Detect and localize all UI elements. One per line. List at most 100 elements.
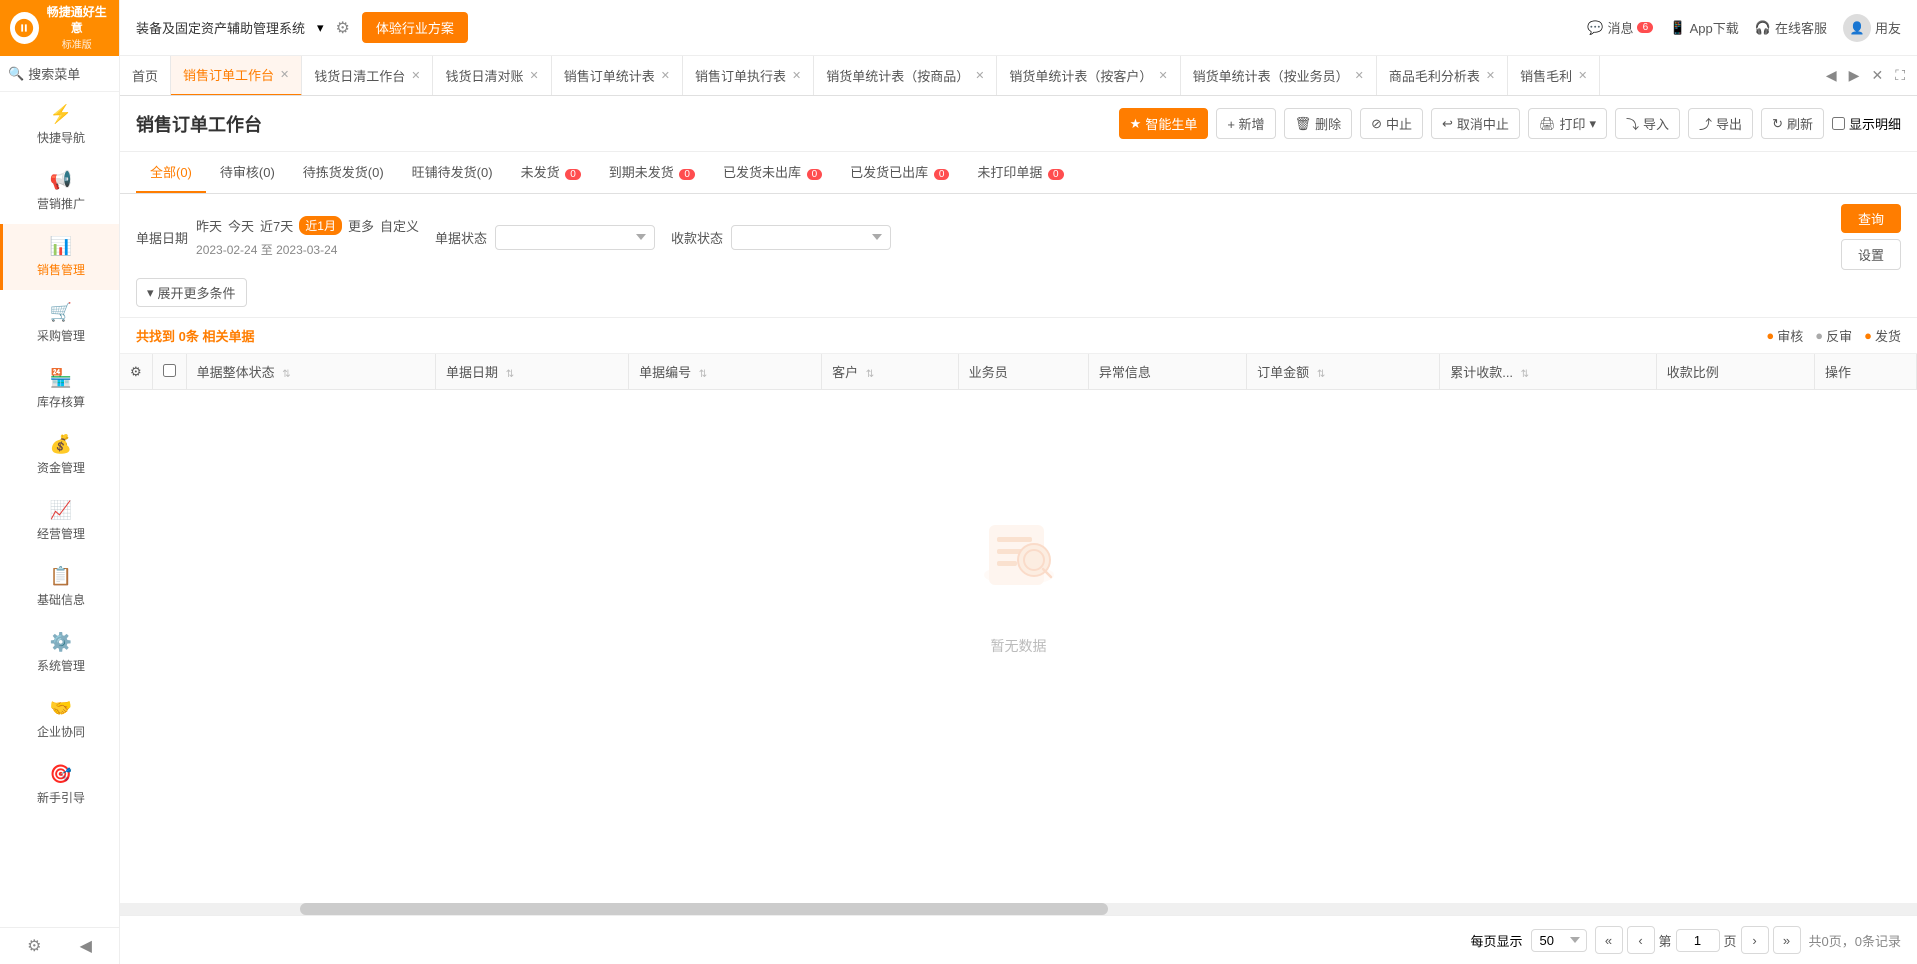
- tab-close-customer[interactable]: ✕: [1158, 69, 1167, 82]
- sidebar-item-enterprise[interactable]: 🤝 企业协同: [0, 686, 119, 752]
- sidebar-item-system[interactable]: ⚙️ 系统管理: [0, 620, 119, 686]
- tab-close-cash-reconcile[interactable]: ✕: [530, 69, 539, 82]
- expand-button[interactable]: ▾ 展开更多条件: [136, 278, 247, 307]
- tab-gross-profit[interactable]: 商品毛利分析表 ✕: [1377, 56, 1508, 96]
- tabs-close-button[interactable]: ✕: [1867, 65, 1887, 86]
- subtab-all[interactable]: 全部(0): [136, 152, 206, 193]
- tab-cash-daily[interactable]: 钱货日清工作台 ✕: [302, 56, 433, 96]
- tab-label: 销售订单执行表: [695, 66, 786, 85]
- tab-sales-workbench[interactable]: 销售订单工作台 ✕: [171, 56, 302, 96]
- prev-page-button[interactable]: ‹: [1627, 926, 1655, 954]
- sort-icon[interactable]: ⇅: [699, 369, 707, 380]
- sidebar-item-basic-info[interactable]: 📋 基础信息: [0, 554, 119, 620]
- tab-sales-gross[interactable]: 销售毛利 ✕: [1508, 56, 1600, 96]
- set-button[interactable]: 设置: [1841, 239, 1901, 270]
- sidebar-settings-button[interactable]: ⚙: [27, 936, 41, 956]
- sort-icon[interactable]: ⇅: [1317, 369, 1325, 380]
- tab-cash-reconcile[interactable]: 钱货日清对账 ✕: [433, 56, 551, 96]
- first-page-button[interactable]: «: [1595, 926, 1623, 954]
- tab-close-product[interactable]: ✕: [975, 69, 984, 82]
- cancel-stop-button[interactable]: ↩ 取消中止: [1431, 108, 1520, 139]
- tab-close-sales-exec[interactable]: ✕: [792, 69, 801, 82]
- subtab-wangpu[interactable]: 旺铺待发货(0): [398, 152, 507, 193]
- tab-close-sales-stat[interactable]: ✕: [661, 69, 670, 82]
- tab-sales-stat[interactable]: 销售订单统计表 ✕: [552, 56, 683, 96]
- th-settings[interactable]: ⚙: [120, 354, 152, 390]
- trial-btn[interactable]: 体验行业方案: [362, 12, 468, 43]
- sort-icon[interactable]: ⇅: [506, 369, 514, 380]
- tab-close-cash-daily[interactable]: ✕: [411, 69, 420, 82]
- page-input[interactable]: [1676, 929, 1720, 952]
- anti-review-action[interactable]: ● 反审: [1815, 326, 1852, 345]
- date-yesterday[interactable]: 昨天: [196, 216, 222, 235]
- tabs-fullscreen-button[interactable]: ⛶: [1891, 65, 1909, 86]
- message-button[interactable]: 💬 消息 6: [1587, 18, 1653, 37]
- subtab-pending-delivery[interactable]: 待拣货发货(0): [289, 152, 398, 193]
- review-action[interactable]: ● 审核: [1766, 326, 1803, 345]
- smart-create-button[interactable]: ★ 智能生单: [1119, 108, 1209, 139]
- tab-close-gross-profit[interactable]: ✕: [1486, 69, 1495, 82]
- subtab-pending-review[interactable]: 待审核(0): [206, 152, 289, 193]
- delete-button[interactable]: 🗑 删除: [1284, 108, 1353, 139]
- subtab-shipped-not-out-label: 已发货未出库: [723, 165, 801, 180]
- user-menu[interactable]: 👤 用友: [1843, 14, 1901, 42]
- tabs-next-button[interactable]: ▶: [1845, 65, 1864, 86]
- payment-select[interactable]: [731, 225, 891, 250]
- sidebar-item-purchase[interactable]: 🛒 采购管理: [0, 290, 119, 356]
- query-button[interactable]: 查询: [1841, 204, 1901, 233]
- online-service-button[interactable]: 🎧 在线客服: [1755, 18, 1827, 37]
- date-more[interactable]: 更多: [348, 216, 374, 235]
- page-size-select[interactable]: 50 10 20 100: [1531, 929, 1587, 952]
- subtab-not-shipped[interactable]: 未发货 0: [507, 152, 595, 193]
- export-button[interactable]: ⤴ 导出: [1688, 108, 1753, 139]
- refresh-button[interactable]: ↻ 刷新: [1761, 108, 1824, 139]
- sidebar-item-sales[interactable]: 📊 销售管理: [0, 224, 119, 290]
- import-button[interactable]: ⤵ 导入: [1615, 108, 1680, 139]
- last-page-button[interactable]: »: [1773, 926, 1801, 954]
- tab-sales-stat-staff[interactable]: 销货单统计表（按业务员） ✕: [1181, 56, 1377, 96]
- show-detail-checkbox-label[interactable]: 显示明细: [1832, 114, 1901, 133]
- tab-close-staff[interactable]: ✕: [1355, 69, 1364, 82]
- tabs-prev-button[interactable]: ◀: [1822, 65, 1841, 86]
- add-button[interactable]: + 新增: [1216, 108, 1275, 139]
- pagination: 每页显示 50 10 20 100 « ‹ 第 页 › » 共0页，0条记录: [120, 915, 1917, 964]
- status-select[interactable]: [495, 225, 655, 250]
- subtab-expired-not-shipped[interactable]: 到期未发货 0: [595, 152, 709, 193]
- th-check[interactable]: [152, 354, 186, 390]
- tab-close-sales-gross[interactable]: ✕: [1578, 69, 1587, 82]
- tab-sales-stat-customer[interactable]: 销货单统计表（按客户） ✕: [997, 56, 1180, 96]
- ship-action[interactable]: ● 发货: [1864, 326, 1901, 345]
- sidebar-item-operations[interactable]: 📈 经营管理: [0, 488, 119, 554]
- app-download-button[interactable]: 📱 App下载: [1669, 18, 1738, 37]
- tab-close-sales-workbench[interactable]: ✕: [280, 68, 289, 81]
- date-1month[interactable]: 近1月: [299, 216, 342, 235]
- date-custom[interactable]: 自定义: [380, 216, 419, 235]
- sidebar-search[interactable]: 🔍 搜索菜单: [0, 56, 119, 92]
- system-dropdown-icon[interactable]: ▾: [317, 20, 324, 36]
- sidebar-collapse-button[interactable]: ◀: [80, 936, 92, 956]
- stop-button[interactable]: ⊘ 中止: [1360, 108, 1423, 139]
- sidebar-item-finance[interactable]: 💰 资金管理: [0, 422, 119, 488]
- sort-icon[interactable]: ⇅: [1521, 369, 1529, 380]
- date-today[interactable]: 今天: [228, 216, 254, 235]
- tab-sales-exec[interactable]: 销售订单执行表 ✕: [683, 56, 814, 96]
- sidebar-item-guide[interactable]: 🎯 新手引导: [0, 752, 119, 818]
- sort-icon[interactable]: ⇅: [282, 369, 290, 380]
- subtab-shipped-not-out[interactable]: 已发货未出库 0: [709, 152, 836, 193]
- sidebar-item-quick-nav[interactable]: ⚡ 快捷导航: [0, 92, 119, 158]
- date-7days[interactable]: 近7天: [260, 216, 293, 235]
- tab-home[interactable]: 首页: [120, 56, 171, 96]
- hscroll-thumb[interactable]: [300, 903, 1109, 915]
- subtab-not-printed[interactable]: 未打印单据 0: [963, 152, 1077, 193]
- tab-sales-stat-product[interactable]: 销货单统计表（按商品） ✕: [814, 56, 997, 96]
- show-detail-checkbox[interactable]: [1832, 117, 1845, 130]
- sidebar-item-inventory[interactable]: 🏪 库存核算: [0, 356, 119, 422]
- next-page-button[interactable]: ›: [1741, 926, 1769, 954]
- topbar-gear-icon[interactable]: ⚙: [336, 18, 350, 38]
- select-all-checkbox[interactable]: [163, 364, 176, 377]
- print-button[interactable]: 🖨 打印 ▾: [1528, 108, 1607, 139]
- sidebar-item-marketing[interactable]: 📢 营销推广: [0, 158, 119, 224]
- hscroll-bar[interactable]: [120, 903, 1917, 915]
- subtab-shipped-out[interactable]: 已发货已出库 0: [836, 152, 963, 193]
- sort-icon[interactable]: ⇅: [866, 369, 874, 380]
